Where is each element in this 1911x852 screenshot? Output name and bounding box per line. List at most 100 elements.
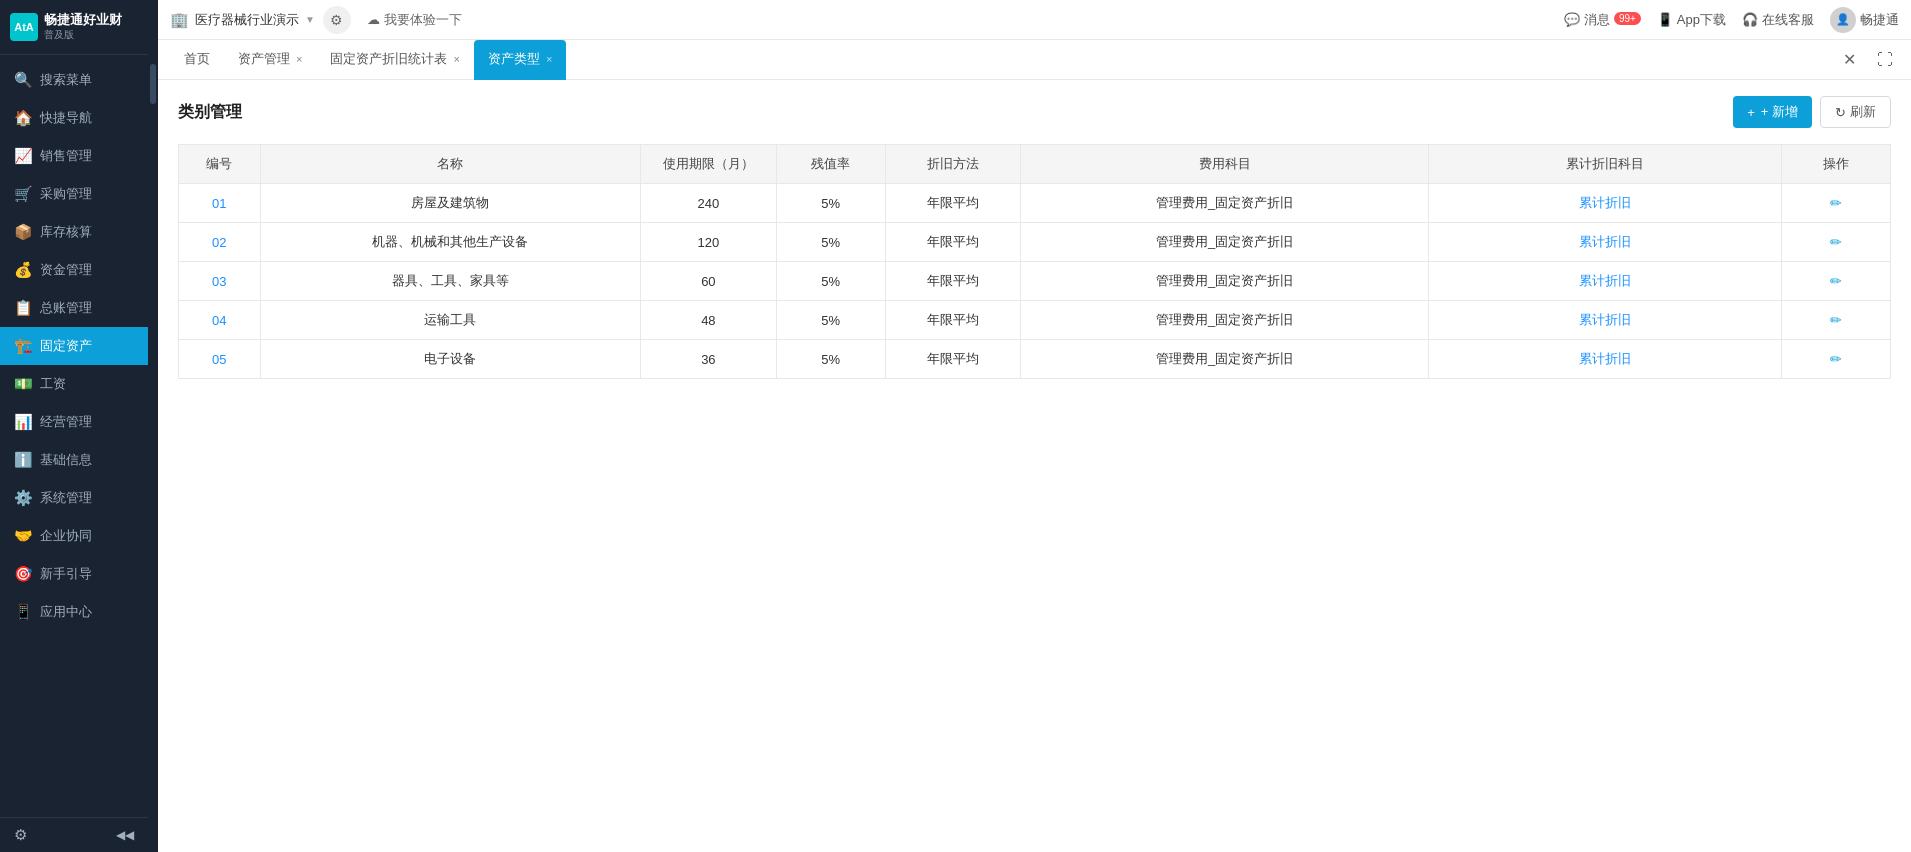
- enterprise-icon: 🤝: [14, 527, 32, 545]
- edit-button[interactable]: ✏: [1830, 312, 1842, 328]
- cell-op: ✏: [1782, 184, 1891, 223]
- top-bar-right: 💬 消息 99+ 📱 App下载 🎧 在线客服 👤 畅捷通: [1564, 7, 1899, 33]
- sidebar-item-label: 销售管理: [40, 147, 92, 165]
- top-bar: 🏢 医疗器械行业演示 ▼ ⚙ ☁ 我要体验一下 💬 消息 99+ 📱 App下载: [158, 0, 1911, 40]
- tab-bar-actions: ✕ ⛶: [1835, 46, 1899, 74]
- company-selector[interactable]: 🏢 医疗器械行业演示 ▼: [170, 11, 315, 29]
- refresh-button[interactable]: ↻ 刷新: [1820, 96, 1891, 128]
- cell-3: 5%: [776, 223, 885, 262]
- messages-button[interactable]: 💬 消息 99+: [1564, 11, 1641, 29]
- col-header-period: 使用期限（月）: [640, 145, 776, 184]
- sidebar-bottom: ⚙ ◀◀: [0, 817, 148, 852]
- cell-3: 5%: [776, 184, 885, 223]
- sidebar-scrollbar[interactable]: [150, 64, 156, 104]
- close-icon: ✕: [1843, 50, 1856, 69]
- inventory-icon: 📦: [14, 223, 32, 241]
- tab-home-label: 首页: [184, 50, 210, 68]
- sidebar-item-operations[interactable]: 📊 经营管理: [0, 403, 148, 441]
- cell-1: 机器、机械和其他生产设备: [260, 223, 640, 262]
- edit-button[interactable]: ✏: [1830, 351, 1842, 367]
- user-button[interactable]: 👤 畅捷通: [1830, 7, 1899, 33]
- row-id-link[interactable]: 05: [212, 352, 226, 367]
- company-name: 医疗器械行业演示: [195, 11, 299, 29]
- row-id-link[interactable]: 02: [212, 235, 226, 250]
- row-id-link[interactable]: 04: [212, 313, 226, 328]
- settings-button[interactable]: ⚙: [323, 6, 351, 34]
- close-tab-button[interactable]: ✕: [1835, 46, 1863, 74]
- col-header-rate: 残值率: [776, 145, 885, 184]
- tab-depreciation-close[interactable]: ×: [453, 53, 459, 65]
- sidebar-item-guide[interactable]: 🎯 新手引导: [0, 555, 148, 593]
- sidebar-item-label: 应用中心: [40, 603, 92, 621]
- cell-5: 管理费用_固定资产折旧: [1021, 262, 1429, 301]
- sidebar-item-sales[interactable]: 📈 销售管理: [0, 137, 148, 175]
- app-download-label: App下载: [1677, 11, 1726, 29]
- plus-icon: +: [1747, 105, 1755, 120]
- settings-bottom-icon[interactable]: ⚙: [14, 826, 27, 844]
- sidebar-item-system[interactable]: ⚙️ 系统管理: [0, 479, 148, 517]
- cell-2: 240: [640, 184, 776, 223]
- sidebar-item-quick-nav[interactable]: 🏠 快捷导航: [0, 99, 148, 137]
- col-header-num: 编号: [179, 145, 261, 184]
- sidebar-item-enterprise[interactable]: 🤝 企业协同: [0, 517, 148, 555]
- accumulation-link[interactable]: 累计折旧: [1579, 234, 1631, 249]
- sidebar-item-basic-info[interactable]: ℹ️ 基础信息: [0, 441, 148, 479]
- new-button[interactable]: + + 新增: [1733, 96, 1812, 128]
- sidebar-item-fixed-assets[interactable]: 🏗️ 固定资产: [0, 327, 148, 365]
- tab-asset-type[interactable]: 资产类型 ×: [474, 40, 566, 80]
- sidebar-item-salary[interactable]: 💵 工资: [0, 365, 148, 403]
- user-icon: 👤: [1836, 13, 1850, 26]
- sidebar-item-label: 采购管理: [40, 185, 92, 203]
- table-row: 02机器、机械和其他生产设备1205%年限平均管理费用_固定资产折旧累计折旧✏: [179, 223, 1891, 262]
- tab-asset-mgmt[interactable]: 资产管理 ×: [224, 40, 316, 80]
- sidebar-item-ledger[interactable]: 📋 总账管理: [0, 289, 148, 327]
- search-icon: 🔍: [14, 71, 32, 89]
- cell-id: 02: [179, 223, 261, 262]
- edit-button[interactable]: ✏: [1830, 234, 1842, 250]
- experience-button[interactable]: ☁ 我要体验一下: [359, 7, 470, 33]
- sidebar-nav: 🔍 搜索菜单 🏠 快捷导航 📈 销售管理 🛒 采购管理 📦 库存核算 💰 资金管…: [0, 55, 148, 817]
- sidebar-item-label: 库存核算: [40, 223, 92, 241]
- sidebar-item-purchase[interactable]: 🛒 采购管理: [0, 175, 148, 213]
- cell-accumulation: 累计折旧: [1428, 301, 1781, 340]
- sidebar-item-label: 新手引导: [40, 565, 92, 583]
- tab-asset-mgmt-close[interactable]: ×: [296, 53, 302, 65]
- table-row: 04运输工具485%年限平均管理费用_固定资产折旧累计折旧✏: [179, 301, 1891, 340]
- cell-accumulation: 累计折旧: [1428, 262, 1781, 301]
- maximize-icon: ⛶: [1877, 51, 1893, 69]
- online-service-button[interactable]: 🎧 在线客服: [1742, 11, 1814, 29]
- app-download-button[interactable]: 📱 App下载: [1657, 11, 1726, 29]
- capital-icon: 💰: [14, 261, 32, 279]
- cell-1: 电子设备: [260, 340, 640, 379]
- sidebar-item-label: 固定资产: [40, 337, 92, 355]
- accumulation-link[interactable]: 累计折旧: [1579, 195, 1631, 210]
- maximize-button[interactable]: ⛶: [1871, 46, 1899, 74]
- sidebar-item-label: 资金管理: [40, 261, 92, 279]
- sidebar-item-inventory[interactable]: 📦 库存核算: [0, 213, 148, 251]
- row-id-link[interactable]: 03: [212, 274, 226, 289]
- tab-home[interactable]: 首页: [170, 40, 224, 80]
- table-row: 01房屋及建筑物2405%年限平均管理费用_固定资产折旧累计折旧✏: [179, 184, 1891, 223]
- col-header-expense: 费用科目: [1021, 145, 1429, 184]
- tab-asset-type-close[interactable]: ×: [546, 53, 552, 65]
- cell-2: 48: [640, 301, 776, 340]
- sidebar-item-search[interactable]: 🔍 搜索菜单: [0, 61, 148, 99]
- content-area: 类别管理 + + 新增 ↻ 刷新 编号 名称 使用期限（月） 残值率: [158, 80, 1911, 852]
- tab-depreciation-table[interactable]: 固定资产折旧统计表 ×: [316, 40, 473, 80]
- sidebar-item-capital[interactable]: 💰 资金管理: [0, 251, 148, 289]
- online-service-label: 在线客服: [1762, 11, 1814, 29]
- sidebar-item-app-center[interactable]: 📱 应用中心: [0, 593, 148, 631]
- collapse-icon[interactable]: ◀◀: [116, 828, 134, 842]
- page-header: 类别管理 + + 新增 ↻ 刷新: [178, 96, 1891, 128]
- edit-button[interactable]: ✏: [1830, 195, 1842, 211]
- cell-3: 5%: [776, 340, 885, 379]
- edit-button[interactable]: ✏: [1830, 273, 1842, 289]
- row-id-link[interactable]: 01: [212, 196, 226, 211]
- accumulation-link[interactable]: 累计折旧: [1579, 312, 1631, 327]
- accumulation-link[interactable]: 累计折旧: [1579, 273, 1631, 288]
- table-header-row: 编号 名称 使用期限（月） 残值率 折旧方法 费用科目 累计折旧科目 操作: [179, 145, 1891, 184]
- accumulation-link[interactable]: 累计折旧: [1579, 351, 1631, 366]
- sidebar-item-label: 企业协同: [40, 527, 92, 545]
- logo-icon: AtA: [10, 13, 38, 41]
- guide-icon: 🎯: [14, 565, 32, 583]
